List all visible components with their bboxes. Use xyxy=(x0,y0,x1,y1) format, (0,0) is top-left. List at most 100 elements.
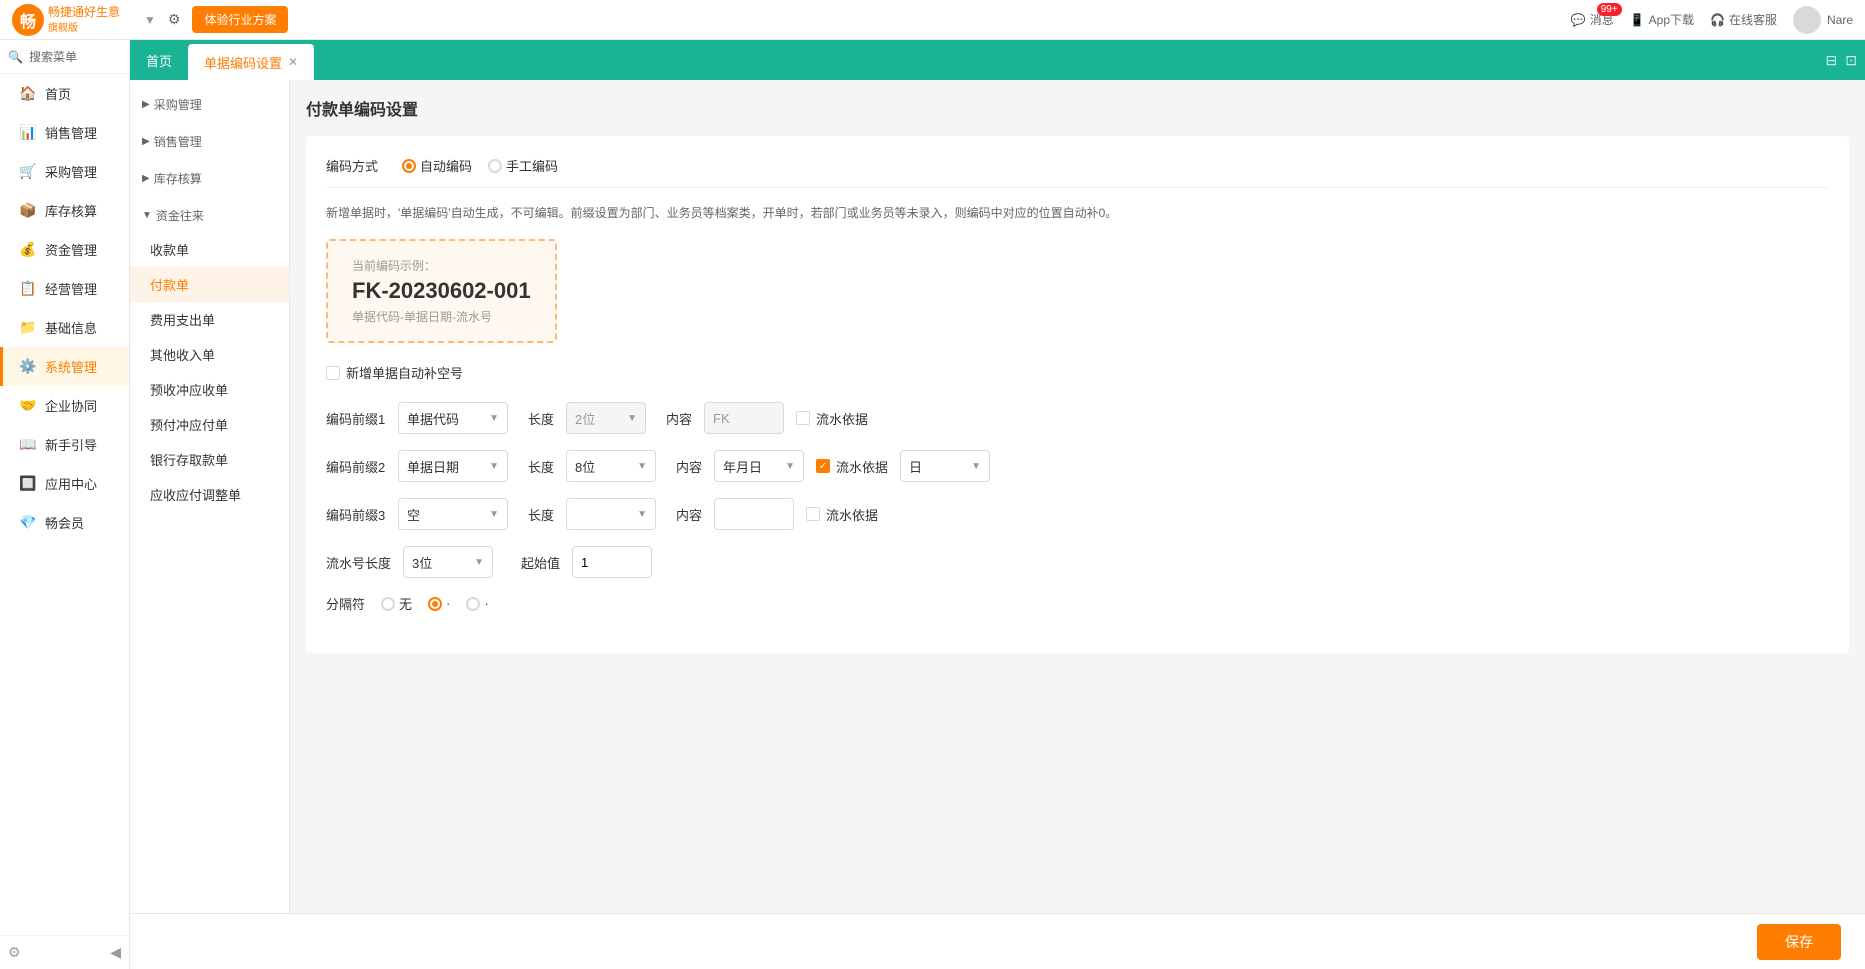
group-sales-title[interactable]: ▶ 销售管理 xyxy=(130,125,289,158)
message-icon: 💬 xyxy=(1571,13,1586,27)
maximize-icon[interactable]: ⊡ xyxy=(1845,52,1857,69)
serial-checkbox-1[interactable] xyxy=(796,411,810,425)
prefix3-label: 编码前缀3 xyxy=(326,505,386,524)
prefix1-content xyxy=(704,402,784,434)
top-bar-nav: ▼ ⚙ xyxy=(140,7,184,32)
sidebar-item-operations[interactable]: 📋 经营管理 xyxy=(0,269,129,308)
collapse-icon[interactable]: ◀ xyxy=(110,944,121,961)
menu-bank[interactable]: 银行存取款单 xyxy=(130,442,289,477)
group-funds-title[interactable]: ▼ 资金往来 xyxy=(130,199,289,232)
sidebar-item-funds[interactable]: 💰 资金管理 xyxy=(0,230,129,269)
serial-unit-select[interactable]: 日 ▼ xyxy=(900,450,990,482)
minimize-icon[interactable]: ⊟ xyxy=(1826,52,1838,69)
group-inventory: ▶ 库存核算 xyxy=(130,162,289,195)
sidebar-item-guide[interactable]: 📖 新手引导 xyxy=(0,425,129,464)
trial-button[interactable]: 体验行业方案 xyxy=(192,6,288,33)
settings-icon[interactable]: ⚙ xyxy=(164,7,185,32)
sidebar-item-inventory[interactable]: 📦 库存核算 xyxy=(0,191,129,230)
prefix3-length[interactable]: ▼ xyxy=(566,498,656,530)
menu-expense[interactable]: 费用支出单 xyxy=(130,302,289,337)
download-icon: 📱 xyxy=(1630,13,1645,27)
prefix-row-1: 编码前缀1 单据代码 ▼ 长度 2位 ▼ 内容 xyxy=(326,402,1829,434)
sep-none-radio[interactable]: 无 xyxy=(381,594,412,613)
purchase-icon: 🛒 xyxy=(19,163,37,181)
start-value-input[interactable] xyxy=(572,546,652,578)
group-purchase-title[interactable]: ▶ 采购管理 xyxy=(130,88,289,121)
group-inventory-title[interactable]: ▶ 库存核算 xyxy=(130,162,289,195)
nav-arrow[interactable]: ▼ xyxy=(140,9,160,31)
menu-payment[interactable]: 付款单 xyxy=(130,267,289,302)
top-bar-right: 💬 消息 99+ 📱 App下载 🎧 在线客服 Nare xyxy=(1571,6,1853,34)
sidebar-item-basic-info[interactable]: 📁 基础信息 xyxy=(0,308,129,347)
serial-check-3: 流水依据 xyxy=(806,505,878,524)
basic-info-icon: 📁 xyxy=(19,319,37,337)
prefix1-label: 编码前缀1 xyxy=(326,409,386,428)
sep-dot-radio[interactable]: · xyxy=(428,596,450,611)
sidebar-item-sales[interactable]: 📊 销售管理 xyxy=(0,113,129,152)
top-bar: 畅 畅捷通好生意 旗舰版 ▼ ⚙ 体验行业方案 💬 消息 99+ 📱 App下载… xyxy=(0,0,1865,40)
online-service[interactable]: 🎧 在线客服 xyxy=(1710,11,1777,28)
prefix2-select[interactable]: 单据日期 ▼ xyxy=(398,450,508,482)
serial-length-row: 流水号长度 3位 ▼ 起始值 xyxy=(326,546,1829,578)
menu-adjustment[interactable]: 应收应付调整单 xyxy=(130,477,289,512)
page-title: 付款单编码设置 xyxy=(306,96,1849,120)
guide-icon: 📖 xyxy=(19,436,37,454)
sidebar-item-member[interactable]: 💎 畅会员 xyxy=(0,503,129,542)
app-download[interactable]: 📱 App下载 xyxy=(1630,11,1694,28)
prefix2-chevron: ▼ xyxy=(489,461,499,472)
auto-encode-radio[interactable]: 自动编码 xyxy=(402,156,472,175)
prefix-row-3: 编码前缀3 空 ▼ 长度 ▼ 内容 xyxy=(326,498,1829,530)
app-center-icon: 🔲 xyxy=(19,475,37,493)
manual-encode-dot xyxy=(488,159,502,173)
encode-mode-row: 编码方式 自动编码 手工编码 xyxy=(326,156,1829,188)
prefix3-content[interactable] xyxy=(714,498,794,530)
save-button[interactable]: 保存 xyxy=(1757,924,1841,960)
manual-encode-radio[interactable]: 手工编码 xyxy=(488,156,558,175)
main-content: 付款单编码设置 编码方式 自动编码 手工编码 xyxy=(290,80,1865,913)
tab-home[interactable]: 首页 xyxy=(130,40,188,80)
tab-close-icon[interactable]: ✕ xyxy=(288,55,298,69)
menu-advance-payment[interactable]: 预付冲应付单 xyxy=(130,407,289,442)
prefix2-length[interactable]: 8位 ▼ xyxy=(566,450,656,482)
preview-code: FK-20230602-001 xyxy=(352,278,531,304)
user-info[interactable]: Nare xyxy=(1793,6,1853,34)
serial-length-select[interactable]: 3位 ▼ xyxy=(403,546,493,578)
prefix1-select[interactable]: 单据代码 ▼ xyxy=(398,402,508,434)
menu-prepayment[interactable]: 预收冲应收单 xyxy=(130,372,289,407)
prefix2-label: 编码前缀2 xyxy=(326,457,386,476)
prefix3-chevron: ▼ xyxy=(489,509,499,520)
sidebar-item-system[interactable]: ⚙️ 系统管理 xyxy=(0,347,129,386)
message-badge[interactable]: 💬 消息 99+ xyxy=(1571,11,1614,28)
headset-icon: 🎧 xyxy=(1710,13,1725,27)
sidebar-item-app-center[interactable]: 🔲 应用中心 xyxy=(0,464,129,503)
prefix1-chevron: ▼ xyxy=(489,413,499,424)
second-sidebar: ▶ 采购管理 ▶ 销售管理 ▶ 库存核算 xyxy=(130,80,290,913)
serial-checkbox-2[interactable] xyxy=(816,459,830,473)
menu-receipt[interactable]: 收款单 xyxy=(130,232,289,267)
sep-dot-dot xyxy=(428,597,442,611)
tab-encode-settings[interactable]: 单据编码设置 ✕ xyxy=(188,44,314,80)
radio-group: 自动编码 手工编码 xyxy=(402,156,558,175)
preview-desc: 单据代码-单据日期-流水号 xyxy=(352,308,531,325)
sidebar-item-purchase[interactable]: 🛒 采购管理 xyxy=(0,152,129,191)
main-layout: 🔍 搜索菜单 🏠 首页 📊 销售管理 🛒 采购管理 📦 库存核算 💰 资金管理 … xyxy=(0,40,1865,969)
auto-fill-checkbox[interactable] xyxy=(326,366,340,380)
info-text: 新增单据时，'单据编码'自动生成，不可编辑。前缀设置为部门、业务员等档案类，开单… xyxy=(326,204,1829,223)
tab-bar: 首页 单据编码设置 ✕ ⊟ ⊡ xyxy=(130,40,1865,80)
sidebar-item-home[interactable]: 🏠 首页 xyxy=(0,74,129,113)
search-icon: 🔍 xyxy=(8,50,23,64)
inventory-icon: 📦 xyxy=(19,202,37,220)
serial-length-label: 流水号长度 xyxy=(326,553,391,572)
sidebar-item-enterprise[interactable]: 🤝 企业协同 xyxy=(0,386,129,425)
system-icon: ⚙️ xyxy=(19,358,37,376)
prefix3-select[interactable]: 空 ▼ xyxy=(398,498,508,530)
menu-other-income[interactable]: 其他收入单 xyxy=(130,337,289,372)
serial-checkbox-3[interactable] xyxy=(806,507,820,521)
auto-fill-row: 新增单据自动补空号 xyxy=(326,363,1829,382)
prefix2-content-select[interactable]: 年月日 ▼ xyxy=(714,450,804,482)
top-bar-left: 畅 畅捷通好生意 旗舰版 ▼ ⚙ 体验行业方案 xyxy=(12,2,1563,38)
sep-dot2-radio[interactable]: · xyxy=(466,596,488,611)
search-menu[interactable]: 🔍 搜索菜单 xyxy=(0,40,129,74)
serial-length-chevron: ▼ xyxy=(474,557,484,568)
settings-bottom-icon[interactable]: ⚙ xyxy=(8,944,21,961)
